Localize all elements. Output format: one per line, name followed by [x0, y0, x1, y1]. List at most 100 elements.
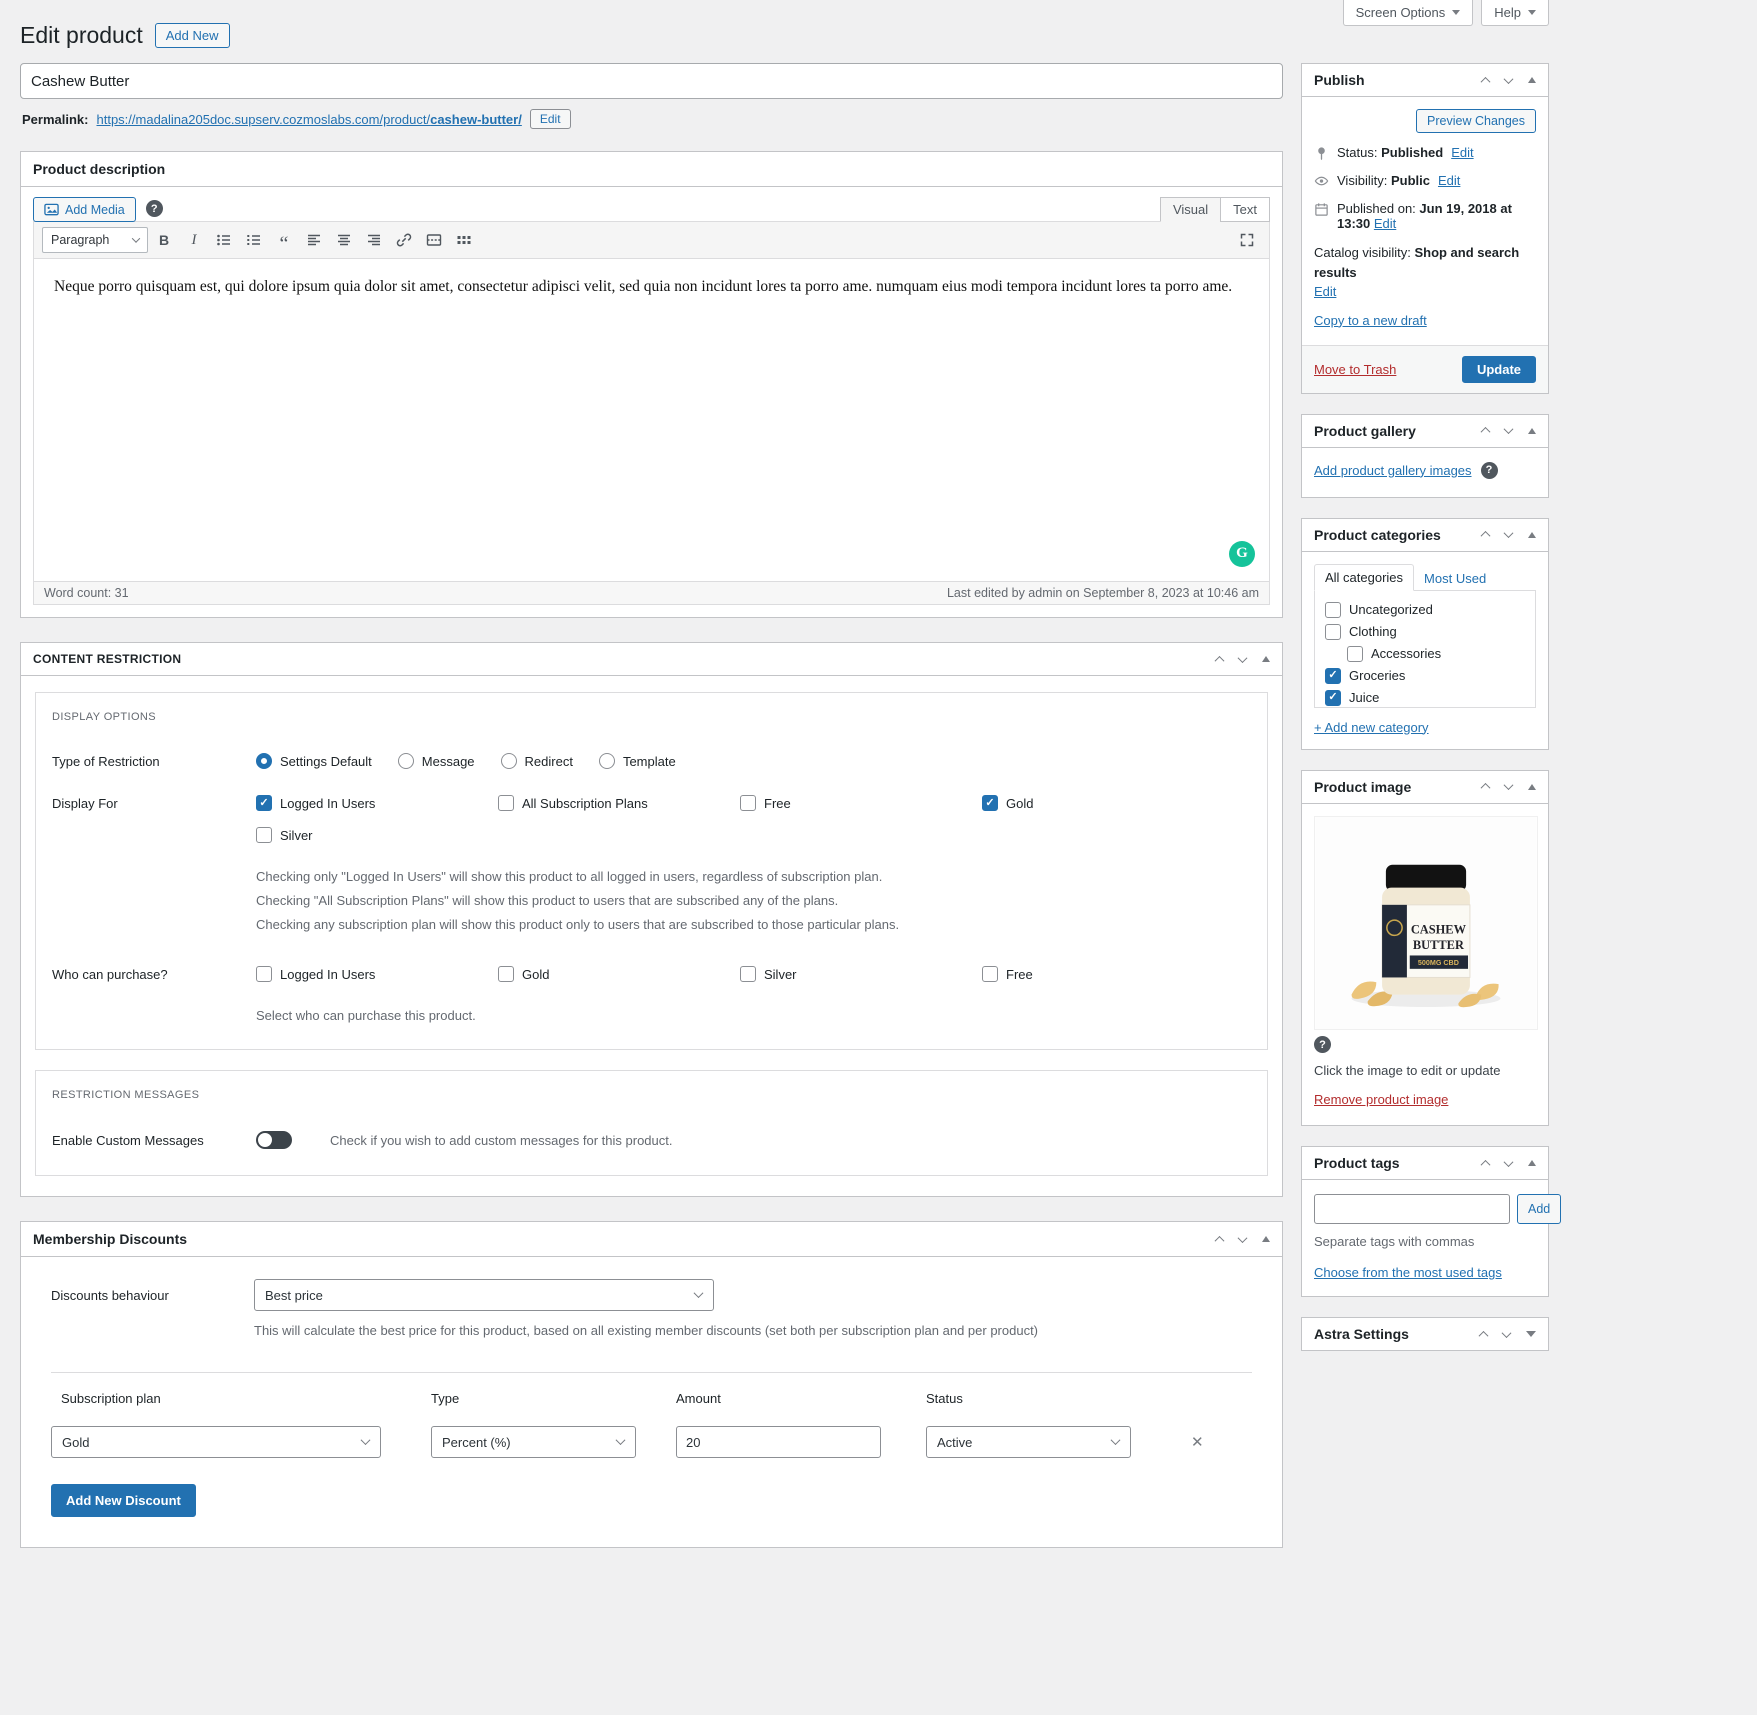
toolbar-toggle-button[interactable]: [450, 227, 478, 253]
help-icon[interactable]: ?: [1314, 1036, 1331, 1053]
add-new-discount-button[interactable]: Add New Discount: [51, 1484, 196, 1517]
category-groceries[interactable]: Groceries: [1325, 665, 1525, 687]
move-down-icon[interactable]: [1503, 780, 1514, 791]
add-gallery-images-link[interactable]: Add product gallery images: [1314, 463, 1472, 478]
move-down-icon[interactable]: [1503, 73, 1514, 84]
purchase-checkbox-logged-in-users[interactable]: Logged In Users: [256, 966, 498, 982]
help-icon[interactable]: ?: [1480, 461, 1498, 479]
collapse-toggle-icon[interactable]: [1528, 783, 1536, 790]
edit-published-link[interactable]: Edit: [1374, 216, 1396, 231]
category-juice[interactable]: Juice: [1325, 687, 1525, 707]
more-tag-button[interactable]: [420, 227, 448, 253]
add-media-button[interactable]: Add Media: [33, 197, 136, 222]
collapse-toggle-icon[interactable]: [1528, 427, 1536, 434]
checkbox-logged-in-users[interactable]: Logged In Users: [256, 795, 498, 811]
who-can-purchase-label: Who can purchase?: [52, 967, 168, 982]
discount-type-select[interactable]: Percent (%): [431, 1426, 636, 1458]
move-down-icon[interactable]: [1503, 424, 1514, 435]
help-line: Checking any subscription plan will show…: [256, 917, 900, 932]
italic-button[interactable]: I: [180, 227, 208, 253]
choose-most-used-tags-link[interactable]: Choose from the most used tags: [1314, 1265, 1502, 1280]
move-down-icon[interactable]: [1501, 1327, 1512, 1338]
purchase-checkbox-silver[interactable]: Silver: [740, 966, 982, 982]
preview-changes-button[interactable]: Preview Changes: [1416, 109, 1536, 133]
remove-product-image-link[interactable]: Remove product image: [1314, 1092, 1448, 1107]
move-down-icon[interactable]: [1237, 1232, 1248, 1243]
tab-all-categories[interactable]: All categories: [1314, 563, 1415, 591]
radio-settings-default[interactable]: Settings Default: [256, 753, 372, 769]
discounts-behaviour-select[interactable]: Best price: [254, 1279, 714, 1311]
product-image[interactable]: CASHEW BUTTER 500MG CBD: [1314, 815, 1538, 1030]
category-accessories[interactable]: Accessories: [1347, 643, 1525, 665]
align-left-button[interactable]: [300, 227, 328, 253]
add-new-button[interactable]: Add New: [154, 23, 230, 48]
category-clothing[interactable]: Clothing: [1325, 621, 1525, 643]
collapse-toggle-icon[interactable]: [1262, 656, 1270, 662]
checkbox-free[interactable]: Free: [740, 795, 982, 811]
radio-template[interactable]: Template: [598, 753, 676, 769]
blockquote-button[interactable]: “: [270, 227, 298, 254]
copy-to-draft-link[interactable]: Copy to a new draft: [1314, 313, 1427, 328]
edit-status-link[interactable]: Edit: [1451, 145, 1473, 160]
edit-catalog-link[interactable]: Edit: [1314, 284, 1336, 299]
new-tag-input[interactable]: [1314, 1194, 1510, 1224]
collapse-toggle-icon[interactable]: [1262, 1236, 1270, 1242]
update-button[interactable]: Update: [1461, 355, 1536, 383]
checkbox-all-subscription-plans[interactable]: All Subscription Plans: [498, 795, 740, 811]
discount-status-select[interactable]: Active: [926, 1426, 1131, 1458]
bold-button[interactable]: B: [150, 227, 178, 253]
enable-custom-messages-toggle[interactable]: [256, 1131, 292, 1149]
grammarly-icon[interactable]: G: [1229, 541, 1255, 567]
discount-amount-input[interactable]: [676, 1426, 881, 1458]
screen-options-button[interactable]: Screen Options: [1342, 0, 1474, 26]
help-button[interactable]: Help: [1481, 0, 1549, 26]
membership-discounts-panel: Membership Discounts Discounts behaviour…: [20, 1221, 1283, 1548]
collapse-toggle-icon[interactable]: [1528, 531, 1536, 538]
numbered-list-button[interactable]: [240, 227, 268, 253]
editor-content-area[interactable]: Neque porro quisquam est, qui dolore ips…: [34, 259, 1269, 581]
discount-plan-select[interactable]: Gold: [51, 1426, 381, 1458]
help-icon[interactable]: ?: [145, 200, 163, 217]
tab-text[interactable]: Text: [1220, 197, 1270, 222]
move-up-icon[interactable]: [1480, 426, 1491, 437]
move-down-icon[interactable]: [1503, 528, 1514, 539]
remove-discount-icon[interactable]: ✕: [1191, 1433, 1204, 1451]
pin-icon: [1318, 147, 1325, 161]
move-up-icon[interactable]: [1480, 76, 1491, 87]
purchase-checkbox-free[interactable]: Free: [982, 966, 1224, 982]
add-new-category-link[interactable]: + Add new category: [1314, 720, 1429, 735]
tab-most-used[interactable]: Most Used: [1414, 566, 1496, 591]
move-down-icon[interactable]: [1237, 652, 1248, 663]
add-tag-button[interactable]: Add: [1517, 1194, 1562, 1224]
tab-visual[interactable]: Visual: [1159, 197, 1222, 222]
collapse-toggle-icon[interactable]: [1528, 77, 1536, 83]
radio-message[interactable]: Message: [397, 753, 475, 769]
move-up-icon[interactable]: [1214, 655, 1225, 666]
move-up-icon[interactable]: [1480, 1159, 1491, 1170]
category-uncategorized[interactable]: Uncategorized: [1325, 599, 1525, 621]
collapse-toggle-icon[interactable]: [1528, 1160, 1536, 1166]
move-up-icon[interactable]: [1214, 1235, 1225, 1246]
move-up-icon[interactable]: [1480, 782, 1491, 793]
fullscreen-button[interactable]: [1233, 227, 1261, 253]
edit-visibility-link[interactable]: Edit: [1438, 173, 1460, 188]
move-down-icon[interactable]: [1503, 1156, 1514, 1167]
paragraph-format-select[interactable]: Paragraph: [42, 227, 148, 253]
permalink-edit-button[interactable]: Edit: [529, 109, 571, 129]
insert-link-button[interactable]: [390, 227, 418, 253]
move-to-trash-link[interactable]: Move to Trash: [1314, 362, 1396, 377]
help-label: Help: [1494, 5, 1521, 20]
purchase-checkbox-gold[interactable]: Gold: [498, 966, 740, 982]
align-center-button[interactable]: [330, 227, 358, 253]
checkbox-gold[interactable]: Gold: [982, 795, 1224, 811]
collapse-toggle-icon[interactable]: [1526, 1331, 1536, 1337]
move-up-icon[interactable]: [1478, 1330, 1489, 1341]
checkbox-silver[interactable]: Silver: [256, 827, 498, 843]
align-right-button[interactable]: [360, 227, 388, 253]
radio-label: Redirect: [524, 753, 573, 769]
permalink-link[interactable]: https://madalina205doc.supserv.cozmoslab…: [96, 112, 521, 127]
move-up-icon[interactable]: [1480, 530, 1491, 541]
product-title-input[interactable]: [20, 63, 1283, 99]
bulleted-list-button[interactable]: [210, 227, 238, 253]
radio-redirect[interactable]: Redirect: [500, 753, 573, 769]
